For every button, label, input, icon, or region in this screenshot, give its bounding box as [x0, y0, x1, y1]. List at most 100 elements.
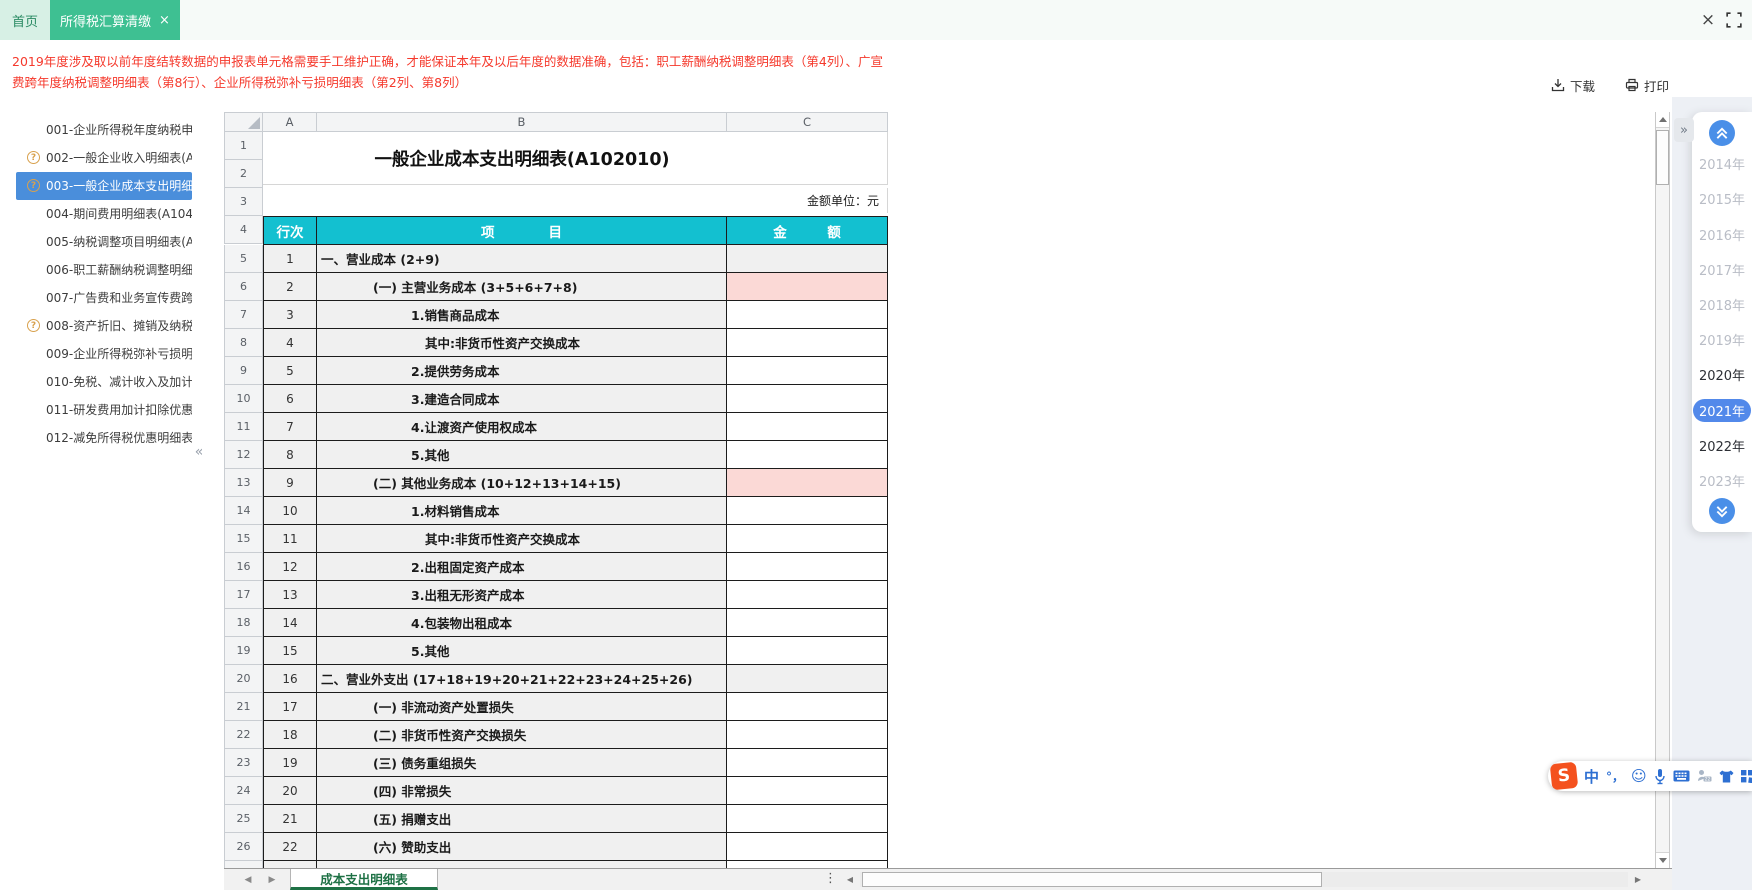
item-cell[interactable]: 4.让渡资产使用权成本	[317, 413, 727, 441]
year-item-2020[interactable]: 2020年	[1692, 357, 1752, 392]
amount-cell[interactable]	[727, 749, 888, 777]
chinese-mode-icon[interactable]: 中	[1584, 766, 1599, 787]
amount-cell[interactable]	[727, 385, 888, 413]
amount-cell[interactable]	[727, 357, 888, 385]
column-header-c[interactable]: C	[727, 112, 888, 132]
sidebar-item-005[interactable]: 005-纳税调整项目明细表(A1...	[0, 228, 192, 256]
line-number-cell[interactable]: 3	[263, 301, 317, 329]
amount-cell[interactable]	[727, 693, 888, 721]
line-number-cell[interactable]: 4	[263, 329, 317, 357]
year-item-2015[interactable]: 2015年	[1692, 181, 1752, 216]
amount-cell[interactable]	[727, 553, 888, 581]
item-cell[interactable]: 2.出租固定资产成本	[317, 553, 727, 581]
sidebar-item-003[interactable]: ? 003-一般企业成本支出明细...	[16, 172, 192, 200]
year-item-2021[interactable]: 2021年	[1692, 392, 1752, 427]
row-header[interactable]: 24	[224, 777, 263, 805]
sheet-tab-cost-detail[interactable]: 成本支出明细表	[290, 869, 438, 890]
sidebar-item-007[interactable]: 007-广告费和业务宣传费跨...	[0, 284, 192, 312]
year-item-2016[interactable]: 2016年	[1692, 216, 1752, 251]
row-header[interactable]: 19	[224, 637, 263, 665]
horizontal-scrollbar[interactable]	[860, 872, 1628, 887]
line-number-cell[interactable]: 10	[263, 497, 317, 525]
row-header[interactable]: 6	[224, 273, 263, 301]
years-scroll-down-button[interactable]	[1709, 498, 1735, 524]
download-button[interactable]: 下载	[1551, 74, 1595, 96]
sidebar-item-004[interactable]: 004-期间费用明细表(A1040...	[0, 200, 192, 228]
amount-cell[interactable]	[727, 665, 888, 693]
unit-note[interactable]: 金额单位：元	[263, 188, 888, 213]
line-number-cell[interactable]: 16	[263, 665, 317, 693]
item-cell[interactable]: (一) 主营业务成本 (3+5+6+7+8)	[317, 273, 727, 301]
item-cell[interactable]: (三) 债务重组损失	[317, 749, 727, 777]
line-number-cell[interactable]: 6	[263, 385, 317, 413]
amount-cell[interactable]	[727, 273, 888, 301]
years-scroll-up-button[interactable]	[1709, 120, 1735, 146]
header-line-no[interactable]: 行次	[263, 216, 317, 245]
header-item[interactable]: 项 目	[317, 216, 727, 245]
sheet-nav-prev-icon[interactable]: ◀	[238, 869, 258, 890]
sidebar-item-006[interactable]: 006-职工薪酬纳税调整明细...	[0, 256, 192, 284]
item-cell[interactable]: (五) 捐赠支出	[317, 805, 727, 833]
row-header[interactable]: 15	[224, 525, 263, 553]
row-header[interactable]: 10	[224, 385, 263, 413]
amount-cell[interactable]	[727, 441, 888, 469]
line-number-cell[interactable]: 20	[263, 777, 317, 805]
amount-cell[interactable]	[727, 469, 888, 497]
tab-income-tax-settlement[interactable]: 所得税汇算清缴 ×	[50, 0, 180, 40]
hscroll-right-icon[interactable]: ▶	[1630, 871, 1646, 888]
line-number-cell[interactable]: 22	[263, 833, 317, 861]
row-header[interactable]: 9	[224, 357, 263, 385]
row-header[interactable]: 21	[224, 693, 263, 721]
year-item-2014[interactable]: 2014年	[1692, 146, 1752, 181]
line-number-cell[interactable]: 17	[263, 693, 317, 721]
row-header-2[interactable]: 2	[224, 160, 263, 188]
sidebar-item-012[interactable]: 012-减免所得税优惠明细表(...	[0, 424, 192, 452]
column-header-b[interactable]: B	[317, 112, 727, 132]
amount-cell[interactable]	[727, 581, 888, 609]
year-item-2017[interactable]: 2017年	[1692, 252, 1752, 287]
row-header[interactable]: 17	[224, 581, 263, 609]
hscroll-left-icon[interactable]: ◀	[842, 871, 858, 888]
scroll-down-button[interactable]	[1656, 852, 1669, 868]
line-number-cell[interactable]: 18	[263, 721, 317, 749]
scroll-up-button[interactable]	[1656, 112, 1669, 128]
sheet-nav-next-icon[interactable]: ▶	[262, 869, 282, 890]
line-number-cell[interactable]: 8	[263, 441, 317, 469]
item-cell[interactable]: 3.出租无形资产成本	[317, 581, 727, 609]
row-header[interactable]: 7	[224, 301, 263, 329]
line-number-cell[interactable]: 14	[263, 609, 317, 637]
amount-cell[interactable]	[727, 777, 888, 805]
sogou-logo[interactable]: S	[1549, 761, 1579, 791]
item-cell[interactable]: 其中:非货币性资产交换成本	[317, 525, 727, 553]
row-header[interactable]: 13	[224, 469, 263, 497]
sidebar-item-001[interactable]: 001-企业所得税年度纳税申...	[0, 116, 192, 144]
row-header-1[interactable]: 1	[224, 132, 263, 160]
sheet-more-icon[interactable]: ⋮	[824, 871, 837, 886]
item-cell[interactable]: (六) 赞助支出	[317, 833, 727, 861]
close-icon[interactable]: ×	[1696, 8, 1720, 32]
row-header[interactable]: 18	[224, 609, 263, 637]
item-cell[interactable]: 1.材料销售成本	[317, 497, 727, 525]
user-count-icon[interactable]: 22	[1697, 769, 1712, 783]
item-cell[interactable]: 一、营业成本 (2+9)	[317, 245, 727, 273]
emoji-icon[interactable]: ☺	[1631, 767, 1647, 785]
keyboard-icon[interactable]	[1673, 770, 1690, 782]
fullscreen-icon[interactable]	[1726, 12, 1742, 28]
vertical-scrollbar-thumb[interactable]	[1656, 130, 1669, 185]
line-number-cell[interactable]: 19	[263, 749, 317, 777]
toolbox-grid-icon[interactable]	[1740, 769, 1752, 783]
sidebar-item-010[interactable]: 010-免税、减计收入及加计...	[0, 368, 192, 396]
year-item-2019[interactable]: 2019年	[1692, 322, 1752, 357]
item-cell[interactable]: 4.包装物出租成本	[317, 609, 727, 637]
sidebar-item-002[interactable]: ? 002-一般企业收入明细表(A1...	[0, 144, 192, 172]
row-header[interactable]: 26	[224, 833, 263, 861]
sidebar-item-011[interactable]: 011-研发费用加计扣除优惠...	[0, 396, 192, 424]
year-panel-expand-icon[interactable]: »	[1674, 118, 1694, 142]
amount-cell[interactable]	[727, 301, 888, 329]
row-header[interactable]: 8	[224, 329, 263, 357]
line-number-cell[interactable]: 7	[263, 413, 317, 441]
amount-cell[interactable]	[727, 413, 888, 441]
print-button[interactable]: 打印	[1625, 74, 1669, 96]
line-number-cell[interactable]: 12	[263, 553, 317, 581]
horizontal-scrollbar-thumb[interactable]	[862, 872, 1322, 887]
